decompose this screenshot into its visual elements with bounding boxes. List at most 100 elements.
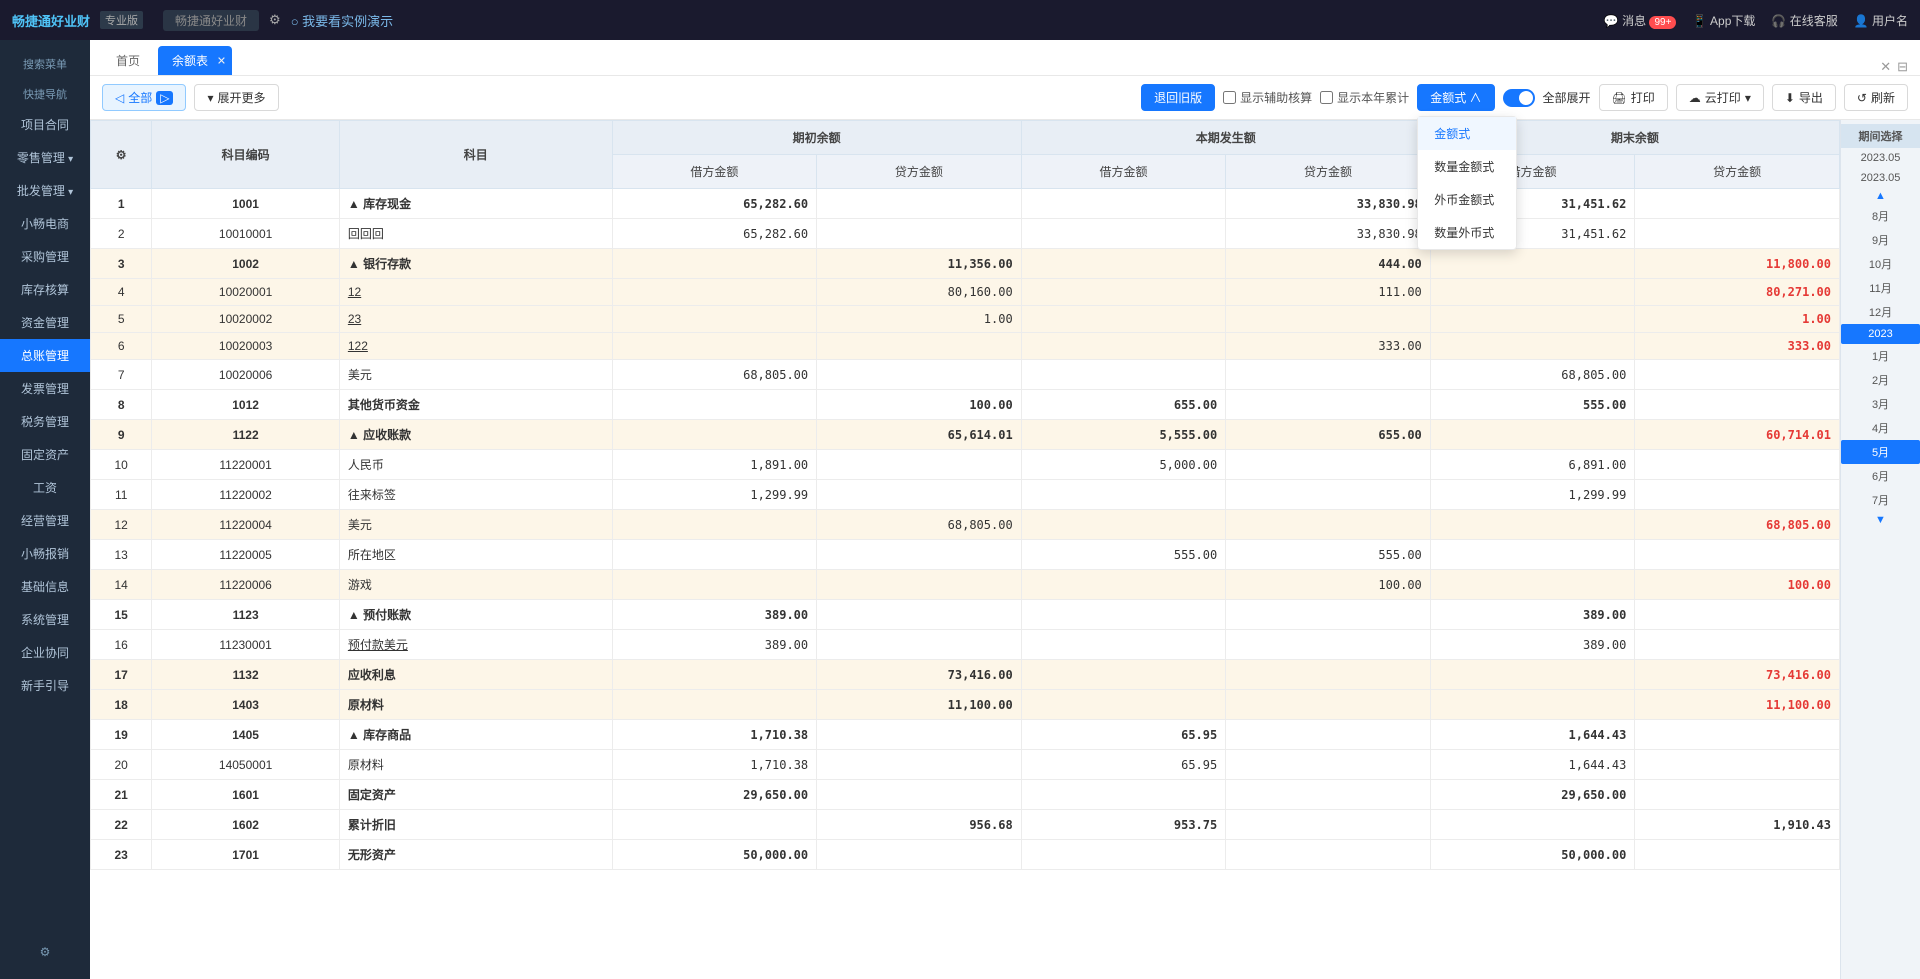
- table-row[interactable]: 2 10010001 回回回 65,282.60 33,830.98 31,45…: [91, 219, 1840, 249]
- table-row[interactable]: 7 10020006 美元 68,805.00 68,805.00: [91, 360, 1840, 390]
- th-settings[interactable]: ⚙: [91, 121, 152, 189]
- period-item-7[interactable]: 7月: [1841, 488, 1920, 512]
- sidebar-item-inventory[interactable]: 库存核算: [0, 273, 90, 306]
- period-item-0[interactable]: 2023.05: [1841, 148, 1920, 168]
- sidebar-item-operations[interactable]: 经营管理: [0, 504, 90, 537]
- table-row[interactable]: 4 10020001 12 80,160.00 111.00 80,271.00: [91, 279, 1840, 306]
- print-btn[interactable]: 🖨 打印: [1599, 84, 1668, 111]
- table-row[interactable]: 22 1602 累计折旧 956.68 953.75 1,910.43: [91, 810, 1840, 840]
- period-down-icon[interactable]: ▼: [1841, 512, 1920, 528]
- sidebar-item-salary[interactable]: 工资: [0, 471, 90, 504]
- period-item-6[interactable]: 6月: [1841, 464, 1920, 488]
- period-item-10[interactable]: 10月: [1841, 252, 1920, 276]
- app-download[interactable]: 📱 App下载: [1692, 12, 1755, 29]
- table-row[interactable]: 8 1012 其他货币资金 100.00 655.00 555.00: [91, 390, 1840, 420]
- sidebar-item-retail[interactable]: 零售管理 ▾: [0, 141, 90, 174]
- period-item-12[interactable]: 12月: [1841, 300, 1920, 324]
- sidebar-item-basic[interactable]: 基础信息: [0, 570, 90, 603]
- period-item-2[interactable]: 2月: [1841, 368, 1920, 392]
- user-avatar[interactable]: 👤 用户名: [1854, 12, 1908, 29]
- table-row[interactable]: 17 1132 应收利息 73,416.00 73,416.00: [91, 660, 1840, 690]
- cell-subject: 原材料: [339, 750, 612, 780]
- table-row[interactable]: 5 10020002 23 1.00 1.00: [91, 306, 1840, 333]
- tab-close-all[interactable]: ✕: [1880, 59, 1891, 75]
- table-row[interactable]: 18 1403 原材料 11,100.00 11,100.00: [91, 690, 1840, 720]
- period-item-3[interactable]: 3月: [1841, 392, 1920, 416]
- table-row[interactable]: 3 1002 ▲ 银行存款 11,356.00 444.00 11,800.00: [91, 249, 1840, 279]
- cell-closing-credit: 73,416.00: [1635, 660, 1840, 690]
- dropdown-item-forex-amount[interactable]: 外币金额式: [1418, 183, 1516, 216]
- table-row[interactable]: 12 11220004 美元 68,805.00 68,805.00: [91, 510, 1840, 540]
- tab-balance[interactable]: 余额表 ✕: [158, 46, 232, 75]
- all-filter-btn[interactable]: ◁ 全部 ▷: [102, 84, 186, 111]
- period-item-4[interactable]: 4月: [1841, 416, 1920, 440]
- table-row[interactable]: 20 14050001 原材料 1,710.38 65.95 1,644.43: [91, 750, 1840, 780]
- sidebar-search[interactable]: 搜索菜单: [0, 48, 90, 80]
- tab-home[interactable]: 首页: [102, 46, 154, 75]
- table-row[interactable]: 1 1001 ▲ 库存现金 65,282.60 33,830.98 31,451…: [91, 189, 1840, 219]
- sidebar-item-project[interactable]: 项目合同: [0, 108, 90, 141]
- tab-close-button[interactable]: ✕: [217, 54, 226, 67]
- table-row[interactable]: 13 11220005 所在地区 555.00 555.00: [91, 540, 1840, 570]
- cell-subject[interactable]: 23: [339, 306, 612, 333]
- export-btn[interactable]: ⬇ 导出: [1772, 84, 1836, 111]
- period-item-1[interactable]: 1月: [1841, 344, 1920, 368]
- sidebar-item-invoice[interactable]: 发票管理: [0, 372, 90, 405]
- sidebar-settings-icon[interactable]: ⚙: [36, 937, 55, 967]
- online-service[interactable]: 🎧 在线客服: [1771, 12, 1837, 29]
- dropdown-item-qty-forex[interactable]: 数量外币式: [1418, 216, 1516, 249]
- return-old-btn[interactable]: 退回旧版: [1141, 84, 1215, 111]
- dropdown-item-qty-amount[interactable]: 数量金额式: [1418, 150, 1516, 183]
- period-item-2023[interactable]: 2023: [1841, 324, 1920, 344]
- cell-subject: 往来标签: [339, 480, 612, 510]
- sidebar-item-system[interactable]: 系统管理: [0, 603, 90, 636]
- expand-more-btn[interactable]: ▾ 展开更多: [194, 84, 278, 111]
- cloud-print-btn[interactable]: ☁ 云打印 ▾: [1676, 84, 1764, 111]
- expand-toggle[interactable]: [1503, 89, 1535, 107]
- amount-mode-btn[interactable]: 金额式 ∧: [1417, 84, 1494, 111]
- table-row[interactable]: 19 1405 ▲ 库存商品 1,710.38 65.95 1,644.43: [91, 720, 1840, 750]
- period-item-5[interactable]: 5月: [1841, 440, 1920, 464]
- cell-subject[interactable]: 122: [339, 333, 612, 360]
- cell-closing-debit: [1430, 279, 1635, 306]
- refresh-btn[interactable]: ↺ 刷新: [1844, 84, 1908, 111]
- table-row[interactable]: 9 1122 ▲ 应收账款 65,614.01 5,555.00 655.00 …: [91, 420, 1840, 450]
- period-item-9[interactable]: 9月: [1841, 228, 1920, 252]
- show-ytd-checkbox[interactable]: 显示本年累计: [1320, 89, 1409, 106]
- period-header[interactable]: 期间选择: [1841, 124, 1920, 148]
- sidebar-item-tax[interactable]: 税务管理: [0, 405, 90, 438]
- settings-gear-icon[interactable]: ⚙: [269, 12, 281, 28]
- sidebar-item-expense[interactable]: 小畅报销: [0, 537, 90, 570]
- sidebar-nav[interactable]: 快捷导航: [0, 80, 90, 108]
- period-item-1[interactable]: 2023.05: [1841, 168, 1920, 188]
- period-item-11[interactable]: 11月: [1841, 276, 1920, 300]
- dropdown-item-amount[interactable]: 金额式: [1418, 117, 1516, 150]
- ytd-checkbox-input[interactable]: [1320, 91, 1333, 104]
- sidebar-item-ecommerce[interactable]: 小畅电商: [0, 207, 90, 240]
- period-item-8[interactable]: 8月: [1841, 204, 1920, 228]
- table-row[interactable]: 11 11220002 往来标签 1,299.99 1,299.99: [91, 480, 1840, 510]
- cell-subject[interactable]: 12: [339, 279, 612, 306]
- sidebar-item-purchase[interactable]: 采购管理: [0, 240, 90, 273]
- auxiliary-checkbox-input[interactable]: [1223, 91, 1236, 104]
- sidebar-item-guide[interactable]: 新手引导: [0, 669, 90, 702]
- table-row[interactable]: 16 11230001 预付款美元 389.00 389.00: [91, 630, 1840, 660]
- demo-link[interactable]: ○ 我要看实例演示: [291, 11, 393, 30]
- period-up-icon[interactable]: ▲: [1841, 188, 1920, 204]
- table-row[interactable]: 6 10020003 122 333.00 333.00: [91, 333, 1840, 360]
- tab-window-icon[interactable]: ⊟: [1897, 59, 1908, 75]
- sidebar-item-finance[interactable]: 资金管理: [0, 306, 90, 339]
- notifications[interactable]: 💬 消息 99+: [1604, 12, 1677, 29]
- table-row[interactable]: 21 1601 固定资产 29,650.00 29,650.00: [91, 780, 1840, 810]
- sidebar-item-assets[interactable]: 固定资产: [0, 438, 90, 471]
- show-auxiliary-checkbox[interactable]: 显示辅助核算: [1223, 89, 1312, 106]
- table-row[interactable]: 23 1701 无形资产 50,000.00 50,000.00: [91, 840, 1840, 870]
- sidebar-item-wholesale[interactable]: 批发管理 ▾: [0, 174, 90, 207]
- table-row[interactable]: 15 1123 ▲ 预付账款 389.00 389.00: [91, 600, 1840, 630]
- sidebar-item-collab[interactable]: 企业协同: [0, 636, 90, 669]
- sidebar-item-ledger[interactable]: 总账管理: [0, 339, 90, 372]
- table-row[interactable]: 10 11220001 人民币 1,891.00 5,000.00 6,891.…: [91, 450, 1840, 480]
- table-row[interactable]: 14 11220006 游戏 100.00 100.00: [91, 570, 1840, 600]
- right-arrow-icon[interactable]: ▷: [156, 91, 173, 105]
- cell-subject[interactable]: 预付款美元: [339, 630, 612, 660]
